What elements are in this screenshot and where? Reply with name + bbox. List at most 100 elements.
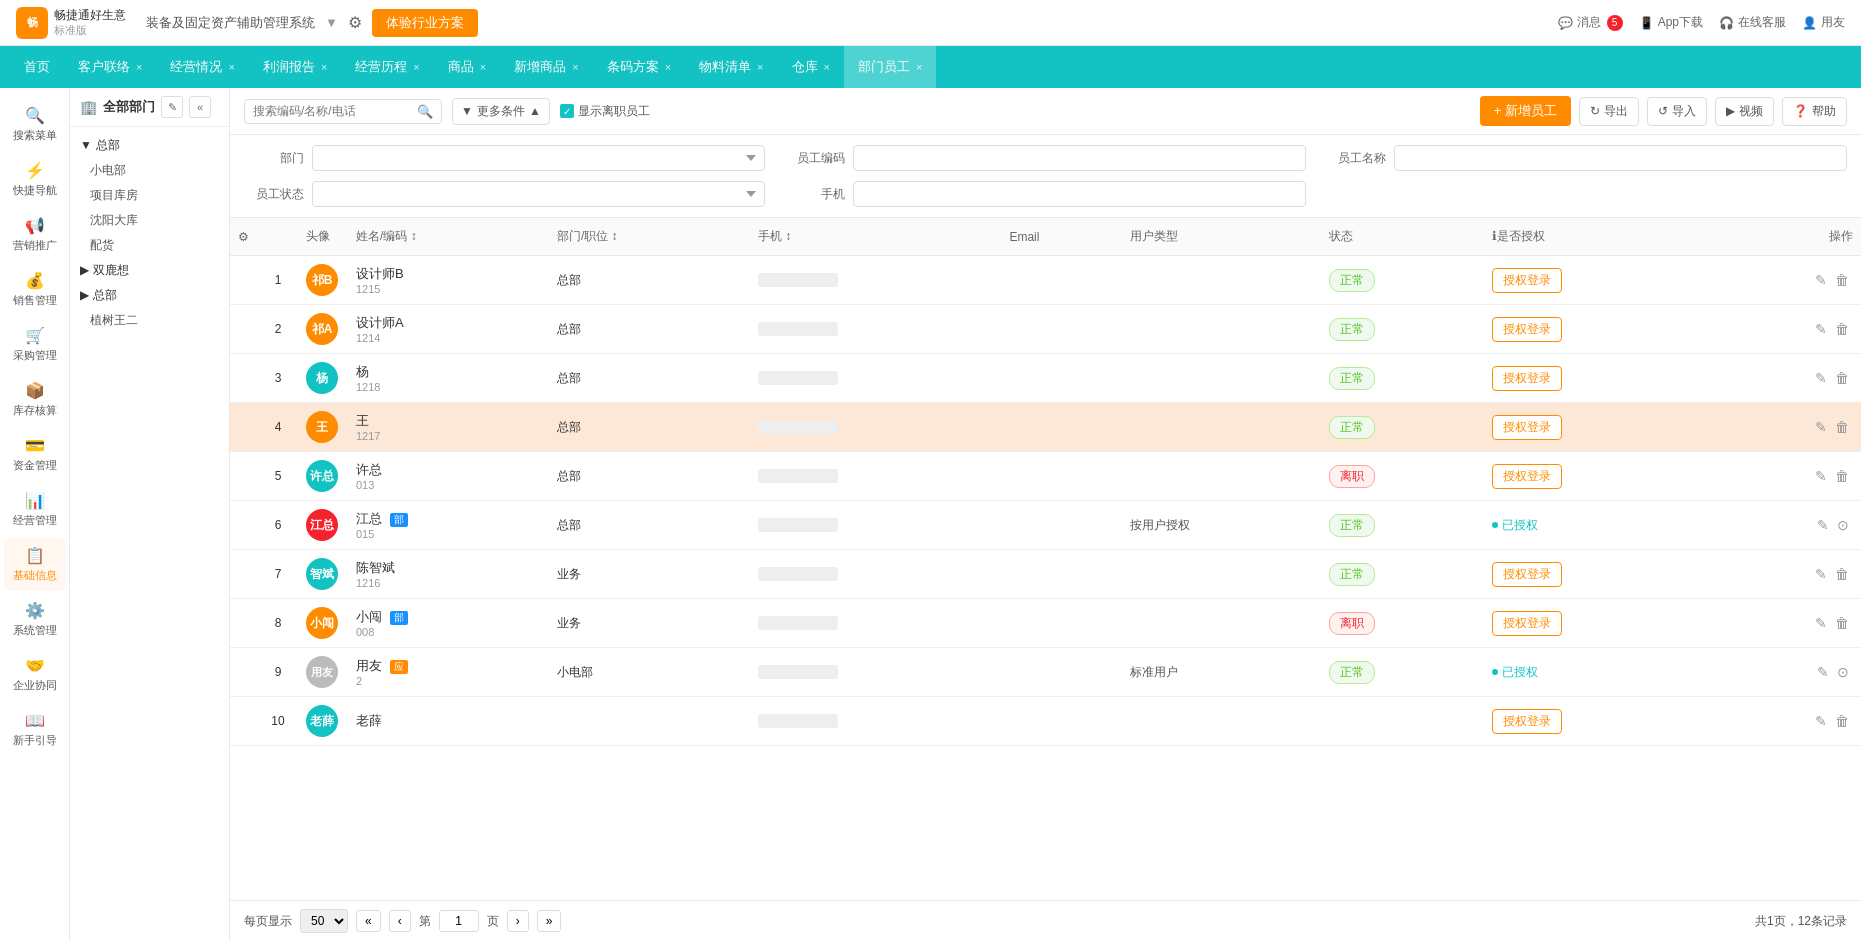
- delete-btn[interactable]: 🗑: [1831, 319, 1853, 339]
- edit-btn[interactable]: ✎: [1813, 515, 1833, 535]
- leftnav-finance[interactable]: 💳 资金管理: [4, 428, 66, 481]
- delete-btn[interactable]: 🗑: [1831, 613, 1853, 633]
- leftnav-basic[interactable]: 📋 基础信息: [4, 538, 66, 591]
- nav-warehouse[interactable]: 仓库×: [778, 46, 844, 88]
- prev-page-btn[interactable]: ‹: [389, 910, 411, 932]
- dept-item-distribution[interactable]: 配货: [70, 233, 229, 258]
- leftnav-purchase[interactable]: 🛒 采购管理: [4, 318, 66, 371]
- delete-btn[interactable]: 🗑: [1831, 564, 1853, 584]
- settings-icon[interactable]: ⚙: [348, 13, 362, 32]
- user-icon: 👤: [1802, 16, 1817, 30]
- search-box[interactable]: 🔍: [244, 99, 442, 124]
- view-icon: ▶: [1726, 104, 1735, 118]
- dept-item-shenyang[interactable]: 沈阳大库: [70, 208, 229, 233]
- help-btn[interactable]: ❓ 帮助: [1782, 97, 1847, 126]
- copy-btn[interactable]: ⊙: [1833, 515, 1853, 535]
- leftnav-management[interactable]: 📊 经营管理: [4, 483, 66, 536]
- delete-btn[interactable]: 🗑: [1831, 466, 1853, 486]
- edit-btn[interactable]: ✎: [1811, 368, 1831, 388]
- view-btn[interactable]: ▶ 视频: [1715, 97, 1774, 126]
- col-dept-header[interactable]: 部门/职位 ↕: [549, 218, 750, 256]
- dept-item-project[interactable]: 项目库房: [70, 183, 229, 208]
- leftnav-sales[interactable]: 💰 销售管理: [4, 263, 66, 316]
- filter-empcode-input[interactable]: [853, 145, 1306, 171]
- delete-btn[interactable]: 🗑: [1831, 368, 1853, 388]
- add-employee-btn[interactable]: + 新增员工: [1480, 96, 1571, 126]
- edit-btn[interactable]: ✎: [1811, 711, 1831, 731]
- leftnav-collab[interactable]: 🤝 企业协同: [4, 648, 66, 701]
- nav-home[interactable]: 首页: [10, 46, 64, 88]
- nav-barcode[interactable]: 条码方案×: [593, 46, 685, 88]
- copy-btn[interactable]: ⊙: [1833, 662, 1853, 682]
- auth-btn[interactable]: 授权登录: [1492, 317, 1562, 342]
- per-page-select[interactable]: 50: [300, 909, 348, 933]
- auth-btn[interactable]: 授权登录: [1492, 268, 1562, 293]
- filter-dept-select[interactable]: [312, 145, 765, 171]
- edit-btn[interactable]: ✎: [1811, 466, 1831, 486]
- col-name-header[interactable]: 姓名/编码 ↕: [348, 218, 549, 256]
- nav-history[interactable]: 经营历程×: [341, 46, 433, 88]
- page-input[interactable]: [439, 910, 479, 932]
- next-page-btn[interactable]: ›: [507, 910, 529, 932]
- nav-business[interactable]: 经营情况×: [156, 46, 248, 88]
- edit-btn[interactable]: ✎: [1811, 417, 1831, 437]
- leftnav-management-label: 经营管理: [13, 513, 57, 528]
- auth-btn[interactable]: 授权登录: [1492, 464, 1562, 489]
- delete-btn[interactable]: 🗑: [1831, 417, 1853, 437]
- auth-btn[interactable]: 授权登录: [1492, 366, 1562, 391]
- nav-staff[interactable]: 部门员工×: [844, 46, 936, 88]
- delete-btn[interactable]: 🗑: [1831, 711, 1853, 731]
- show-resigned-toggle[interactable]: ✓ 显示离职员工: [560, 103, 650, 120]
- col-settings[interactable]: ⚙: [230, 218, 258, 256]
- nav-customer[interactable]: 客户联络×: [64, 46, 156, 88]
- per-page-label: 每页显示: [244, 913, 292, 930]
- leftnav-system[interactable]: ⚙️ 系统管理: [4, 593, 66, 646]
- message-btn[interactable]: 💬 消息 5: [1558, 14, 1623, 31]
- nav-bom[interactable]: 物料清单×: [685, 46, 777, 88]
- leftnav-guide[interactable]: 📖 新手引导: [4, 703, 66, 756]
- user-menu[interactable]: 👤 用友: [1802, 14, 1845, 31]
- export-btn[interactable]: ↻ 导出: [1579, 97, 1639, 126]
- search-input[interactable]: [253, 104, 413, 118]
- edit-btn[interactable]: ✎: [1813, 662, 1833, 682]
- dept-collapse-icon[interactable]: «: [189, 96, 211, 118]
- dept-group-shuanglu[interactable]: ▶双鹿想: [70, 258, 229, 283]
- auth-btn[interactable]: 授权登录: [1492, 709, 1562, 734]
- dept-edit-icon[interactable]: ✎: [161, 96, 183, 118]
- last-page-btn[interactable]: »: [537, 910, 562, 932]
- nav-add-goods[interactable]: 新增商品×: [500, 46, 592, 88]
- online-service-btn[interactable]: 🎧 在线客服: [1719, 14, 1786, 31]
- leftnav-marketing[interactable]: 📢 营销推广: [4, 208, 66, 261]
- edit-btn[interactable]: ✎: [1811, 564, 1831, 584]
- try-btn[interactable]: 体验行业方案: [372, 9, 478, 37]
- dept-item-planting[interactable]: 植树王二: [70, 308, 229, 333]
- filter-status-select[interactable]: [312, 181, 765, 207]
- dept-group-general[interactable]: ▼总部: [70, 133, 229, 158]
- dept-group-general2[interactable]: ▶总部: [70, 283, 229, 308]
- import-btn[interactable]: ↺ 导入: [1647, 97, 1707, 126]
- filter-empname-input[interactable]: [1394, 145, 1847, 171]
- row-status: 正常: [1321, 305, 1483, 354]
- first-page-btn[interactable]: «: [356, 910, 381, 932]
- auth-btn[interactable]: 授权登录: [1492, 611, 1562, 636]
- row-usertype: [1122, 403, 1321, 452]
- dept-item-small-elec[interactable]: 小电部: [70, 158, 229, 183]
- col-phone-header[interactable]: 手机 ↕: [750, 218, 1002, 256]
- filter-more-btn[interactable]: ▼ 更多条件 ▲: [452, 98, 550, 125]
- filter-phone-input[interactable]: [853, 181, 1306, 207]
- leftnav-search[interactable]: 🔍 搜索菜单: [4, 98, 66, 151]
- row-avatar: 祁A: [298, 305, 348, 354]
- auth-btn[interactable]: 授权登录: [1492, 415, 1562, 440]
- edit-btn[interactable]: ✎: [1811, 613, 1831, 633]
- edit-btn[interactable]: ✎: [1811, 319, 1831, 339]
- delete-btn[interactable]: 🗑: [1831, 270, 1853, 290]
- app-download-btn[interactable]: 📱 App下载: [1639, 14, 1703, 31]
- edit-btn[interactable]: ✎: [1811, 270, 1831, 290]
- leftnav-inventory[interactable]: 📦 库存核算: [4, 373, 66, 426]
- auth-btn[interactable]: 授权登录: [1492, 562, 1562, 587]
- nav-goods[interactable]: 商品×: [434, 46, 500, 88]
- row-index: 5: [258, 452, 298, 501]
- nav-profit[interactable]: 利润报告×: [249, 46, 341, 88]
- system-name-caret[interactable]: ▼: [325, 15, 338, 30]
- leftnav-shortcut[interactable]: ⚡ 快捷导航: [4, 153, 66, 206]
